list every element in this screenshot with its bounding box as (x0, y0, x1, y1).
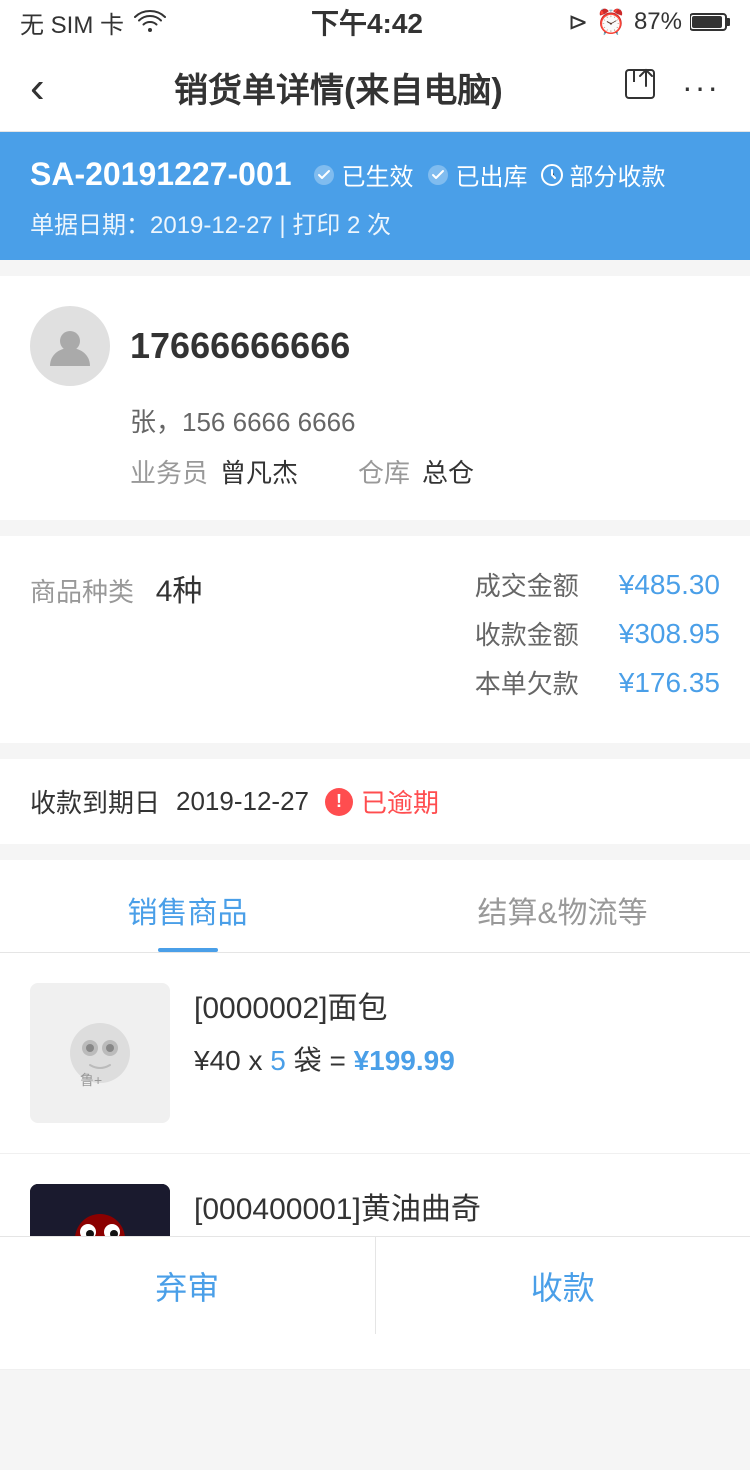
due-date-label: 收款到期日 (30, 783, 160, 820)
nav-bar: ‹ 销货单详情(来自电脑) ··· (0, 44, 750, 132)
salesperson-value: 曾凡杰 (220, 453, 298, 490)
cancel-review-button[interactable]: 弃审 (0, 1237, 376, 1334)
received-value: ¥308.95 (619, 618, 720, 650)
overdue-icon: ! (325, 788, 353, 816)
tag-effective: 已生效 (312, 157, 414, 192)
list-item: 鲁+ [0000002]面包 ¥40 x 5 袋 = ¥199.99 (0, 953, 750, 1154)
amount-row: 成交金额 ¥485.30 (475, 566, 720, 603)
quantity-1: 5 (270, 1045, 286, 1076)
due-label: 本单欠款 (475, 664, 579, 701)
amount-value: ¥485.30 (619, 569, 720, 601)
tag-partial-payment: 部分收款 (540, 157, 666, 192)
salesperson-label: 业务员 (130, 453, 208, 490)
more-icon[interactable]: ··· (682, 69, 720, 106)
customer-name: 张，156 6666 6666 (130, 402, 720, 439)
status-time: 下午4:42 (311, 2, 423, 42)
order-id: SA-20191227-001 (30, 156, 292, 193)
tab-sales-products[interactable]: 销售商品 (0, 860, 375, 952)
financial-stats: 成交金额 ¥485.30 收款金额 ¥308.95 本单欠款 ¥176.35 (475, 566, 720, 713)
carrier-label: 无 SIM 卡 (20, 5, 124, 40)
amount-label: 成交金额 (475, 566, 579, 603)
payment-button[interactable]: 收款 (376, 1237, 750, 1334)
product-name-2: [000400001]黄油曲奇 (194, 1184, 720, 1228)
customer-section: 17666666666 张，156 6666 6666 业务员 曾凡杰 仓库 总… (0, 276, 750, 520)
received-row: 收款金额 ¥308.95 (475, 615, 720, 652)
customer-meta: 业务员 曾凡杰 仓库 总仓 (130, 453, 720, 490)
status-left: 无 SIM 卡 (20, 5, 166, 40)
battery-label: 87% (634, 8, 682, 36)
battery-icon (690, 12, 730, 32)
nav-actions: ··· (622, 66, 720, 110)
wifi-icon (134, 10, 166, 34)
types-label: 商品种类 (30, 577, 134, 607)
warehouse-value: 总仓 (422, 453, 474, 490)
received-label: 收款金额 (475, 615, 579, 652)
status-right: ⊳ ⏰ 87% (568, 8, 730, 37)
tab-settlement[interactable]: 结算&物流等 (375, 860, 750, 952)
alarm-icon: ⏰ (596, 8, 626, 37)
bottom-bar: 弃审 收款 (0, 1236, 750, 1334)
customer-id: 17666666666 (130, 325, 350, 367)
overdue-badge: ! 已逾期 (325, 783, 439, 820)
product-info-1: [0000002]面包 ¥40 x 5 袋 = ¥199.99 (194, 983, 720, 1079)
due-date-value: 2019-12-27 (176, 786, 309, 817)
export-icon[interactable] (622, 66, 658, 110)
unit-1: 袋 (294, 1045, 322, 1076)
price-base-1: ¥40 (194, 1045, 241, 1076)
product-name-1: [0000002]面包 (194, 983, 720, 1027)
page-title: 销货单详情(来自电脑) (174, 63, 503, 112)
order-date: 单据日期：2019-12-27 | 打印 2 次 (30, 205, 720, 240)
overdue-label: 已逾期 (361, 783, 439, 820)
stats-section: 商品种类 4种 成交金额 ¥485.30 收款金额 ¥308.95 本单欠款 ¥… (0, 536, 750, 743)
tabs: 销售商品 结算&物流等 (0, 860, 750, 952)
tabs-section: 销售商品 结算&物流等 (0, 860, 750, 953)
product-price-1: ¥40 x 5 袋 = ¥199.99 (194, 1039, 720, 1079)
due-value: ¥176.35 (619, 667, 720, 699)
status-bar: 无 SIM 卡 下午4:42 ⊳ ⏰ 87% (0, 0, 750, 44)
salesperson-item: 业务员 曾凡杰 (130, 453, 298, 490)
warehouse-item: 仓库 总仓 (358, 453, 474, 490)
avatar (30, 306, 110, 386)
warehouse-label: 仓库 (358, 453, 410, 490)
total-1: ¥199.99 (354, 1045, 455, 1076)
product-types: 商品种类 4种 (30, 566, 202, 610)
customer-row: 17666666666 (30, 306, 720, 386)
location-icon: ⊳ (568, 8, 588, 37)
back-button[interactable]: ‹ (30, 63, 55, 113)
types-count: 4种 (156, 575, 203, 608)
product-image-1: 鲁+ (30, 983, 170, 1123)
svg-text:鲁+: 鲁+ (80, 1072, 102, 1088)
status-tags: 已生效 已出库 部分收款 (312, 157, 666, 192)
due-row: 本单欠款 ¥176.35 (475, 664, 720, 701)
order-header: SA-20191227-001 已生效 已出库 部分收款 单据日期：2019-1… (0, 132, 750, 260)
tag-dispatched: 已出库 (426, 157, 528, 192)
due-section: 收款到期日 2019-12-27 ! 已逾期 (0, 759, 750, 844)
